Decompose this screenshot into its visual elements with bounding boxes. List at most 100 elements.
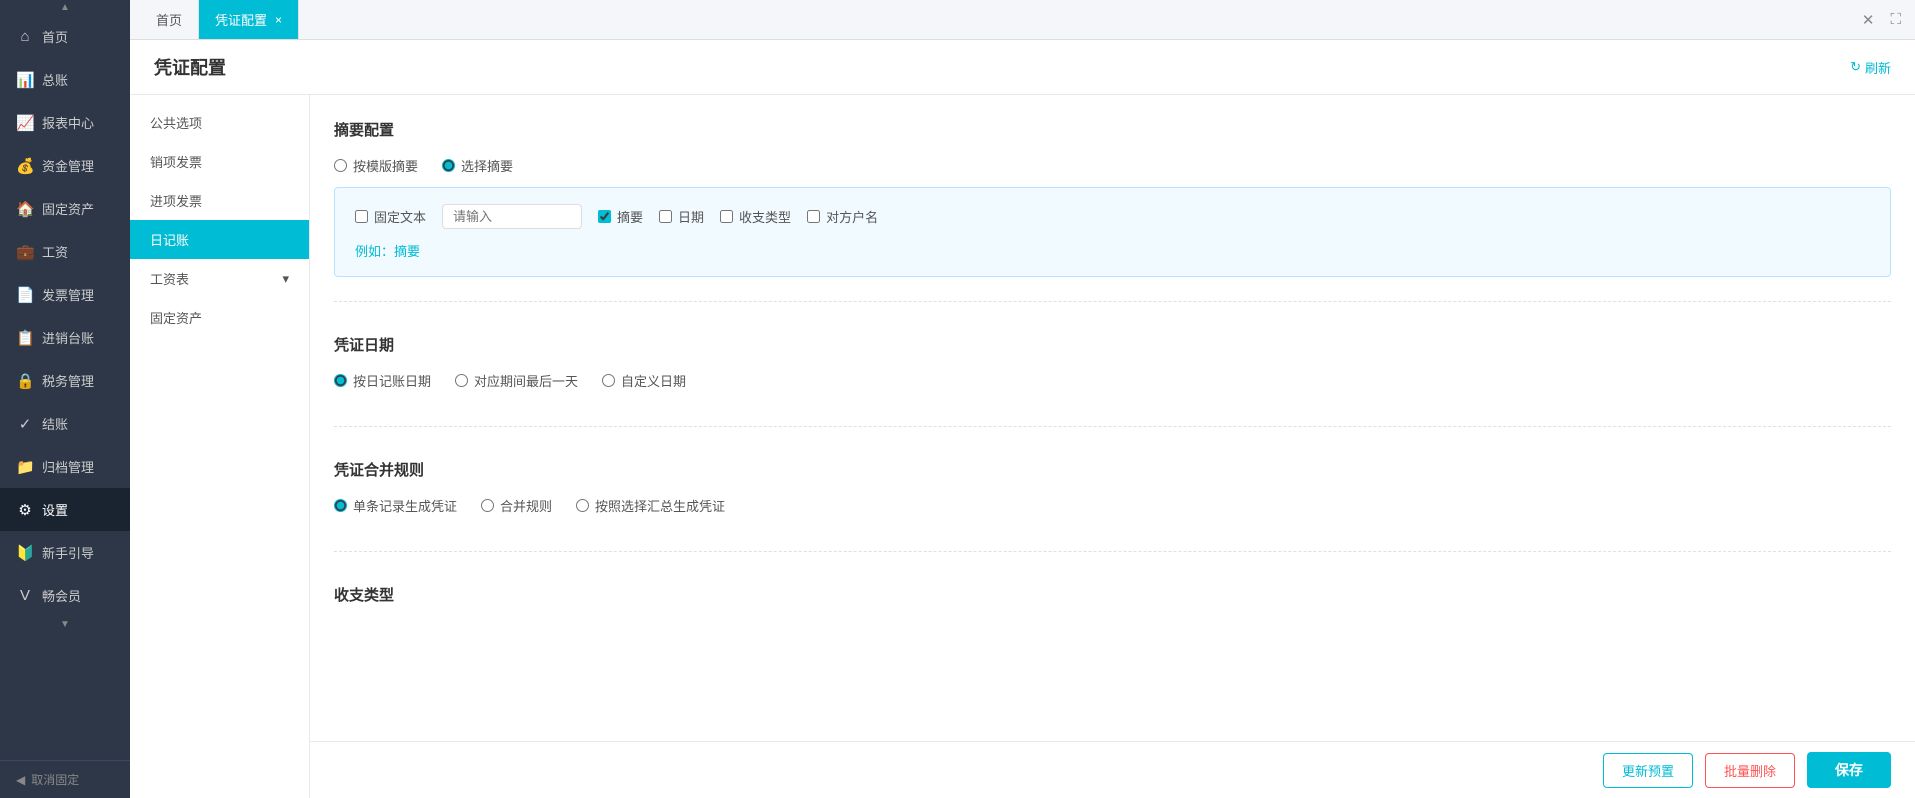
example-prefix: 例如： xyxy=(355,244,394,259)
sidebar-item-settings[interactable]: ⚙ 设置 xyxy=(0,488,130,531)
fixed-text-label[interactable]: 固定文本 xyxy=(355,207,426,226)
sidebar-item-payroll[interactable]: 💼 工资 xyxy=(0,230,130,273)
sidebar-item-assets-label: 固定资产 xyxy=(42,199,94,218)
merge-option3-text: 按照选择汇总生成凭证 xyxy=(595,496,725,515)
sidebar-item-report[interactable]: 📈 报表中心 xyxy=(0,101,130,144)
summary-section-title: 摘要配置 xyxy=(334,119,1891,140)
section-date: 凭证日期 按日记账日期 对应期间最后一天 xyxy=(334,334,1891,427)
merge-option1-label[interactable]: 单条记录生成凭证 xyxy=(334,496,457,515)
date-option2-label[interactable]: 对应期间最后一天 xyxy=(455,371,578,390)
save-button[interactable]: 保存 xyxy=(1807,752,1891,788)
summary-radio-select[interactable] xyxy=(442,159,455,172)
sidebar-item-settings-label: 设置 xyxy=(42,500,68,519)
sidebar-item-ledger-label: 总账 xyxy=(42,70,68,89)
tab-home[interactable]: 首页 xyxy=(140,0,199,39)
sidebar-item-funds[interactable]: 💰 资金管理 xyxy=(0,144,130,187)
sidebar-item-guide-label: 新手引导 xyxy=(42,543,94,562)
sidebar-item-sales-label: 进销台账 xyxy=(42,328,94,347)
section-summary: 摘要配置 按模版摘要 选择摘要 xyxy=(334,119,1891,302)
tab-bar: 首页 凭证配置 × ✕ ⛶ xyxy=(130,0,1915,40)
sidebar-item-close-label: 结账 xyxy=(42,414,68,433)
home-icon: ⌂ xyxy=(16,28,34,45)
sidebar-item-sales[interactable]: 📋 进销台账 xyxy=(0,316,130,359)
sidebar-item-archive-label: 归档管理 xyxy=(42,457,94,476)
type-checkbox-text: 收支类型 xyxy=(739,207,791,226)
sidebar-item-invoice[interactable]: 📄 发票管理 xyxy=(0,273,130,316)
left-nav-purchase-invoice-label: 进项发票 xyxy=(150,191,202,210)
merge-radio-group: 单条记录生成凭证 合并规则 按照选择汇总生成凭证 xyxy=(334,496,1891,515)
sidebar-item-close[interactable]: ✓ 结账 xyxy=(0,402,130,445)
summary-box: 固定文本 摘要 日期 xyxy=(334,187,1891,277)
left-nav-payroll-table[interactable]: 工资表 ▾ xyxy=(130,259,309,298)
sidebar-item-member[interactable]: V 畅会员 xyxy=(0,574,130,617)
sidebar-item-assets[interactable]: 🏠 固定资产 xyxy=(0,187,130,230)
left-nav-public[interactable]: 公共选项 xyxy=(130,103,309,142)
content-wrapper: 凭证配置 ↻ 刷新 公共选项 销项发票 进项发票 日记账 xyxy=(130,40,1915,798)
date-option1-label[interactable]: 按日记账日期 xyxy=(334,371,431,390)
date-option1-text: 按日记账日期 xyxy=(353,371,431,390)
sidebar-scroll-down[interactable]: ▼ xyxy=(0,617,130,632)
sidebar-item-tax[interactable]: 🔒 税务管理 xyxy=(0,359,130,402)
date-checkbox-text: 日期 xyxy=(678,207,704,226)
section-merge: 凭证合并规则 单条记录生成凭证 合并规则 xyxy=(334,459,1891,552)
left-nav-sales-invoice-label: 销项发票 xyxy=(150,152,202,171)
tab-voucher-close[interactable]: × xyxy=(275,13,282,27)
sidebar-item-guide[interactable]: 🔰 新手引导 xyxy=(0,531,130,574)
merge-radio-single[interactable] xyxy=(334,499,347,512)
date-checkbox-label[interactable]: 日期 xyxy=(659,207,704,226)
sales-icon: 📋 xyxy=(16,329,34,347)
type-checkbox[interactable] xyxy=(720,210,733,223)
tab-home-label: 首页 xyxy=(156,10,182,29)
summary-checkbox-label[interactable]: 摘要 xyxy=(598,207,643,226)
sidebar-item-invoice-label: 发票管理 xyxy=(42,285,94,304)
refresh-label: 刷新 xyxy=(1865,58,1891,77)
type-checkbox-label[interactable]: 收支类型 xyxy=(720,207,791,226)
summary-option2-label[interactable]: 选择摘要 xyxy=(442,156,513,175)
merge-option1-text: 单条记录生成凭证 xyxy=(353,496,457,515)
tab-voucher[interactable]: 凭证配置 × xyxy=(199,0,299,39)
pin-icon: ◀ xyxy=(16,773,25,787)
date-radio-journal[interactable] xyxy=(334,374,347,387)
summary-option1-label[interactable]: 按模版摘要 xyxy=(334,156,418,175)
sidebar-item-home[interactable]: ⌂ 首页 xyxy=(0,15,130,58)
tax-icon: 🔒 xyxy=(16,372,34,390)
batch-delete-button[interactable]: 批量删除 xyxy=(1705,753,1795,788)
merge-option3-label[interactable]: 按照选择汇总生成凭证 xyxy=(576,496,725,515)
bottom-bar: 更新预置 批量删除 保存 xyxy=(310,741,1915,798)
left-nav-sales-invoice[interactable]: 销项发票 xyxy=(130,142,309,181)
member-icon: V xyxy=(16,587,34,604)
fixed-text-input[interactable] xyxy=(442,204,582,229)
refresh-button[interactable]: ↻ 刷新 xyxy=(1850,58,1891,77)
left-nav-purchase-invoice[interactable]: 进项发票 xyxy=(130,181,309,220)
sidebar-item-archive[interactable]: 📁 归档管理 xyxy=(0,445,130,488)
left-nav-fixed-assets[interactable]: 固定资产 xyxy=(130,298,309,337)
window-maximize-button[interactable]: ⛶ xyxy=(1886,7,1905,33)
sidebar: ▲ ⌂ 首页 📊 总账 📈 报表中心 💰 资金管理 🏠 固定资产 💼 工资 📄 … xyxy=(0,0,130,798)
date-checkbox[interactable] xyxy=(659,210,672,223)
merge-radio-aggregate[interactable] xyxy=(576,499,589,512)
main-area: 首页 凭证配置 × ✕ ⛶ 凭证配置 ↻ 刷新 公共选项 xyxy=(130,0,1915,798)
sidebar-cancel-pin[interactable]: ◀ 取消固定 xyxy=(0,760,130,798)
merge-radio-merge[interactable] xyxy=(481,499,494,512)
merge-option2-label[interactable]: 合并规则 xyxy=(481,496,552,515)
tab-voucher-label: 凭证配置 xyxy=(215,10,267,29)
funds-icon: 💰 xyxy=(16,157,34,175)
date-option3-label[interactable]: 自定义日期 xyxy=(602,371,686,390)
summary-radio-template[interactable] xyxy=(334,159,347,172)
window-close-button[interactable]: ✕ xyxy=(1858,7,1879,33)
income-type-section-title: 收支类型 xyxy=(334,584,1891,605)
counterpart-checkbox[interactable] xyxy=(807,210,820,223)
date-radio-period[interactable] xyxy=(455,374,468,387)
counterpart-checkbox-label[interactable]: 对方户名 xyxy=(807,207,878,226)
left-nav-public-label: 公共选项 xyxy=(150,113,202,132)
summary-option2-text: 选择摘要 xyxy=(461,156,513,175)
summary-checkbox[interactable] xyxy=(598,210,611,223)
sidebar-item-home-label: 首页 xyxy=(42,27,68,46)
fixed-text-checkbox[interactable] xyxy=(355,210,368,223)
date-radio-custom[interactable] xyxy=(602,374,615,387)
update-preview-button[interactable]: 更新预置 xyxy=(1603,753,1693,788)
left-nav-journal[interactable]: 日记账 xyxy=(130,220,309,259)
sidebar-scroll-up[interactable]: ▲ xyxy=(0,0,130,15)
summary-example: 例如：摘要 xyxy=(355,241,1870,260)
sidebar-item-ledger[interactable]: 📊 总账 xyxy=(0,58,130,101)
